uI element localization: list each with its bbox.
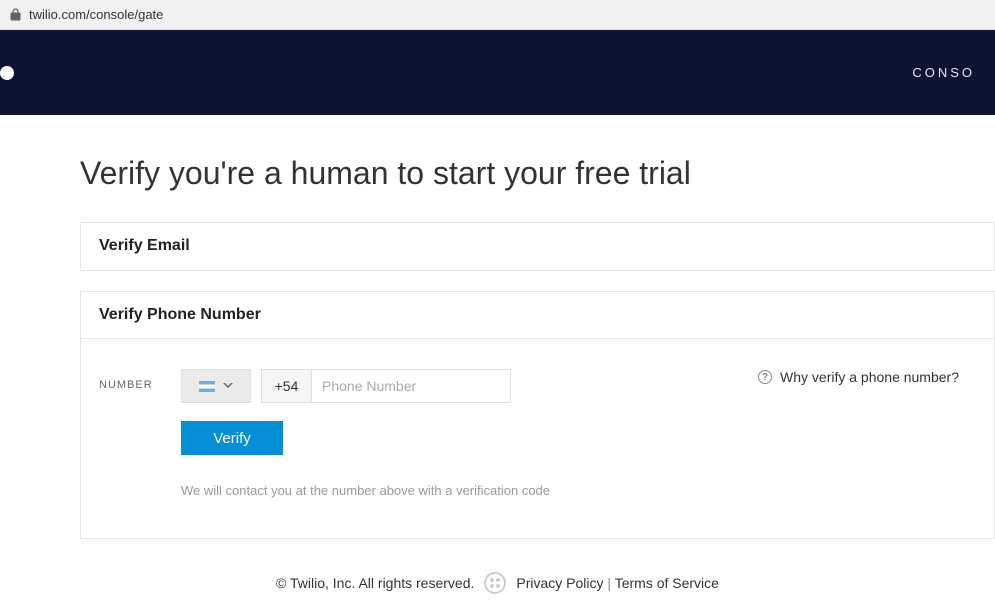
number-label: NUMBER bbox=[99, 369, 181, 391]
twilio-footer-icon bbox=[484, 572, 506, 594]
logo-icon bbox=[0, 66, 14, 80]
verify-phone-panel: Verify Phone Number ? Why verify a phone… bbox=[80, 291, 995, 539]
lock-icon bbox=[10, 8, 21, 21]
phone-number-input[interactable] bbox=[311, 369, 511, 403]
terms-of-service-link[interactable]: Terms of Service bbox=[615, 575, 719, 591]
dial-code: +54 bbox=[261, 369, 311, 403]
verify-phone-header: Verify Phone Number bbox=[81, 292, 994, 339]
flag-icon bbox=[199, 381, 215, 392]
console-link[interactable]: CONSO bbox=[912, 65, 975, 80]
app-header: CONSO bbox=[0, 30, 995, 115]
page-title: Verify you're a human to start your free… bbox=[80, 155, 995, 192]
browser-address-bar[interactable]: twilio.com/console/gate bbox=[0, 0, 995, 30]
footer-divider: | bbox=[607, 575, 611, 591]
verification-help-text: We will contact you at the number above … bbox=[181, 483, 550, 498]
verify-email-header: Verify Email bbox=[81, 223, 994, 270]
privacy-policy-link[interactable]: Privacy Policy bbox=[516, 575, 603, 591]
why-verify-text: Why verify a phone number? bbox=[780, 369, 959, 385]
why-verify-link[interactable]: ? Why verify a phone number? bbox=[758, 369, 959, 385]
footer: © Twilio, Inc. All rights reserved. Priv… bbox=[0, 572, 995, 594]
copyright-text: © Twilio, Inc. All rights reserved. bbox=[276, 575, 474, 591]
question-icon: ? bbox=[758, 370, 772, 384]
verify-button[interactable]: Verify bbox=[181, 421, 283, 455]
main-content: Verify you're a human to start your free… bbox=[0, 115, 995, 539]
country-select[interactable] bbox=[181, 369, 251, 403]
chevron-down-icon bbox=[223, 383, 233, 389]
verify-email-panel[interactable]: Verify Email bbox=[80, 222, 995, 271]
url-text: twilio.com/console/gate bbox=[29, 7, 163, 22]
